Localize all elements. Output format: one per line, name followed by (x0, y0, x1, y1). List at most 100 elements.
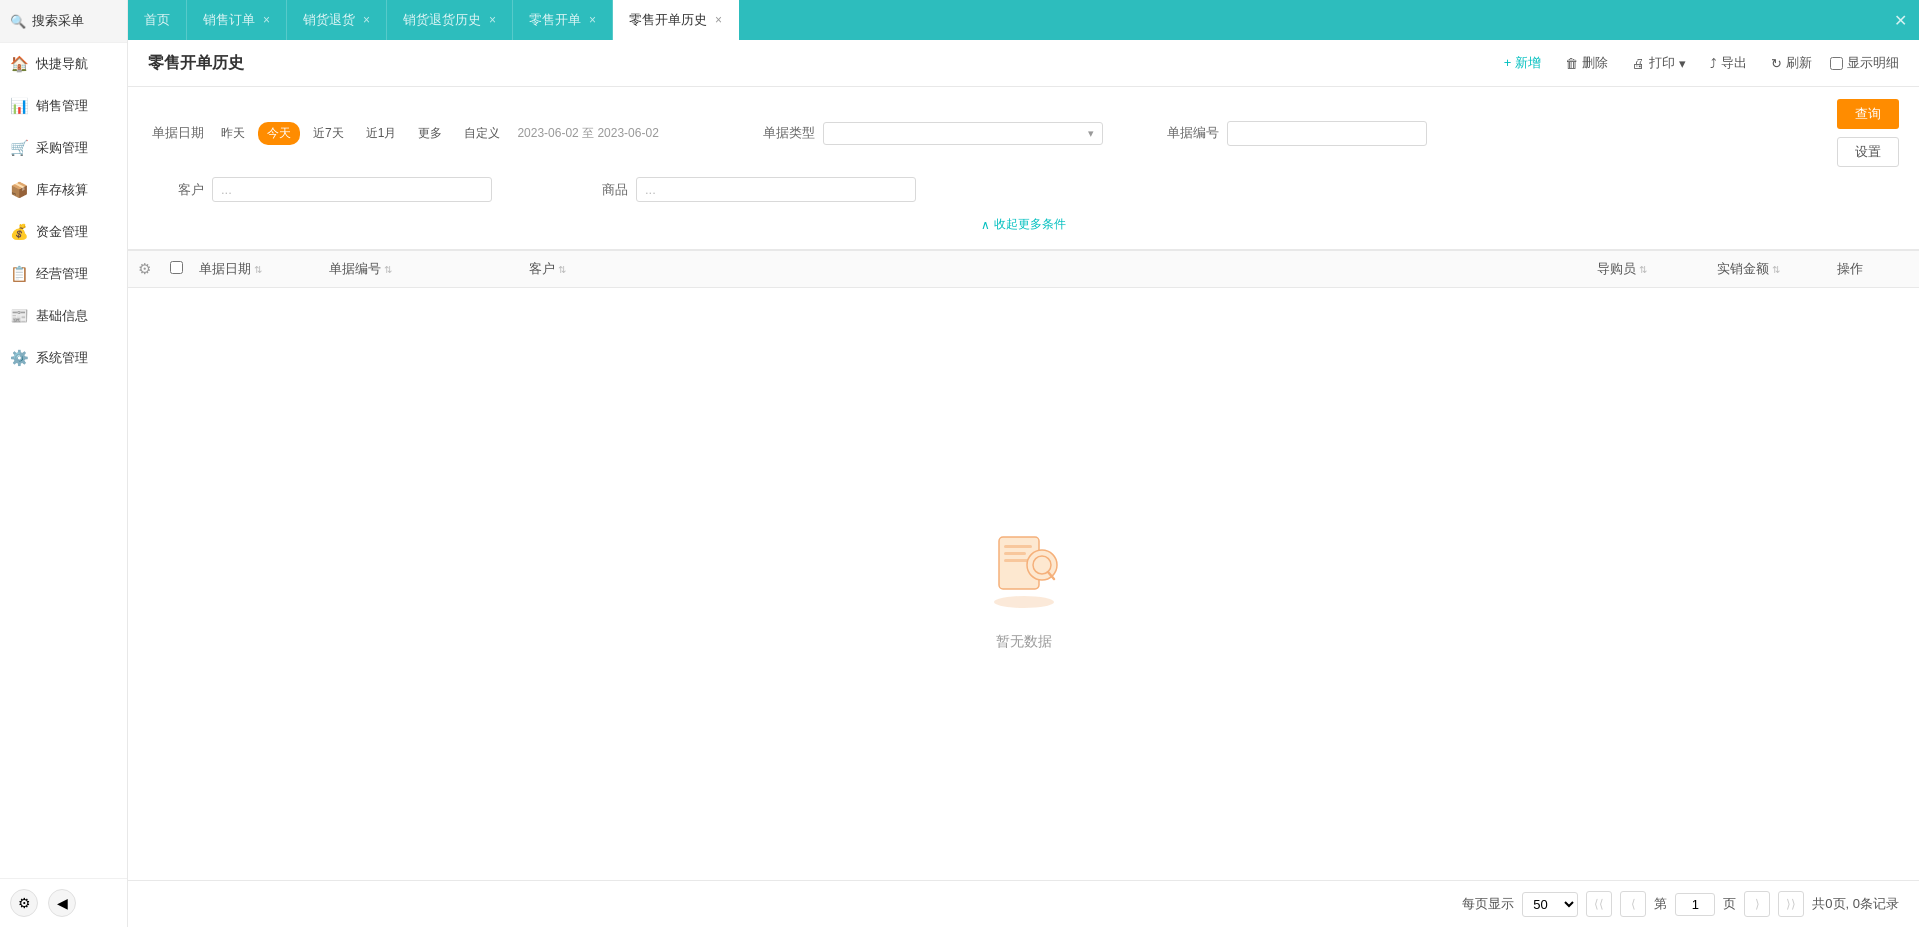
delete-icon: 🗑 (1565, 56, 1578, 71)
print-button[interactable]: 🖨 打印 ▾ (1626, 50, 1692, 76)
tab-retail-history[interactable]: 零售开单历史× (613, 0, 739, 40)
sidebar-item-quick-nav[interactable]: 🏠 快捷导航 (0, 43, 127, 85)
customer-filter: 客户 ... (148, 177, 492, 202)
collapse-more-btn[interactable]: ∧ 收起更多条件 (148, 212, 1899, 237)
tab-home[interactable]: 首页 (128, 0, 187, 40)
sidebar-item-finance[interactable]: 💰 资金管理 (0, 211, 127, 253)
date-shortcut-今天[interactable]: 今天 (258, 122, 300, 145)
query-button[interactable]: 查询 (1837, 99, 1899, 129)
date-shortcut-昨天[interactable]: 昨天 (212, 122, 254, 145)
tab-sales-return[interactable]: 销货退货× (287, 0, 387, 40)
page-label: 第 (1654, 895, 1667, 913)
refresh-button[interactable]: ↻ 刷新 (1765, 50, 1818, 76)
sidebar-item-label-finance: 资金管理 (36, 223, 88, 241)
new-button[interactable]: + 新增 (1498, 50, 1547, 76)
tab-label-home: 首页 (144, 11, 170, 29)
tab-close-retail-history[interactable]: × (715, 13, 722, 27)
th-date[interactable]: 单据日期 ⇅ (191, 260, 321, 278)
bill-number-filter: 单据编号 (1163, 121, 1427, 146)
tab-label-sales-order: 销售订单 (203, 11, 255, 29)
sidebar-item-label-operations: 经营管理 (36, 265, 88, 283)
sidebar-nav: 🏠 快捷导航📊 销售管理🛒 采购管理📦 库存核算💰 资金管理📋 经营管理📰 基础… (0, 43, 127, 878)
collapse-icon: ∧ (981, 218, 990, 232)
page-header: 零售开单历史 + 新增 🗑 删除 🖨 打印 ▾ ⤴ 导出 (128, 40, 1919, 87)
pagination: 每页显示 50 100 200 ⟨⟨ ⟨ 第 页 ⟩ ⟩⟩ 共0页, 0条记录 (128, 880, 1919, 927)
toolbar: + 新增 🗑 删除 🖨 打印 ▾ ⤴ 导出 ↻ 刷新 (1498, 50, 1899, 76)
sidebar-item-sales[interactable]: 📊 销售管理 (0, 85, 127, 127)
bill-type-select[interactable]: ▾ (823, 122, 1103, 145)
per-page-select[interactable]: 50 100 200 (1522, 892, 1578, 917)
tab-close-sales-return[interactable]: × (363, 13, 370, 27)
date-shortcut-近7天[interactable]: 近7天 (304, 122, 353, 145)
tab-sales-return-history[interactable]: 销货退货历史 × (387, 0, 513, 40)
tabs-bar-right: ✕ (1894, 11, 1919, 30)
search-icon: 🔍 (10, 14, 26, 29)
empty-text: 暂无数据 (996, 633, 1052, 651)
th-number[interactable]: 单据编号 ⇅ (321, 260, 521, 278)
purchase-icon: 🛒 (10, 139, 28, 157)
product-input[interactable]: ... (636, 177, 916, 202)
settings-footer-btn[interactable]: ⚙ (10, 889, 38, 917)
sort-amount-icon: ⇅ (1772, 264, 1780, 275)
date-shortcut-更多[interactable]: 更多 (409, 122, 451, 145)
th-amount[interactable]: 实销金额 ⇅ (1709, 260, 1829, 278)
bill-type-arrow-icon: ▾ (1088, 127, 1094, 140)
select-all-checkbox[interactable] (170, 261, 183, 274)
date-label: 单据日期 (148, 124, 204, 142)
tabs-bar: 首页销售订单×销货退货×销货退货历史×零售开单×零售开单历史× ✕ (128, 0, 1919, 40)
inventory-icon: 📦 (10, 181, 28, 199)
refresh-icon: ↻ (1771, 56, 1782, 71)
th-salesperson[interactable]: 导购员 ⇅ (1589, 260, 1709, 278)
tab-close-retail-open[interactable]: × (589, 13, 596, 27)
export-icon: ⤴ (1710, 56, 1717, 71)
date-shortcuts-group: 昨天今天近7天近1月更多自定义2023-06-02 至 2023-06-02 (212, 122, 659, 145)
delete-button[interactable]: 🗑 删除 (1559, 50, 1614, 76)
bill-type-label: 单据类型 (759, 124, 815, 142)
last-page-btn[interactable]: ⟩⟩ (1778, 891, 1804, 917)
sidebar-item-purchase[interactable]: 🛒 采购管理 (0, 127, 127, 169)
main-area: 首页销售订单×销货退货×销货退货历史×零售开单×零售开单历史× ✕ 零售开单历史… (128, 0, 1919, 927)
th-amount-label: 实销金额 (1717, 260, 1769, 278)
tab-close-sales-return-history[interactable]: × (489, 13, 496, 27)
close-window-btn[interactable]: ✕ (1894, 11, 1907, 30)
sidebar-search[interactable]: 🔍 搜索采单 (0, 0, 127, 43)
table-settings-icon[interactable]: ⚙ (138, 260, 151, 278)
date-shortcut-自定义[interactable]: 自定义 (455, 122, 509, 145)
show-detail-checkbox[interactable] (1830, 57, 1843, 70)
sort-number-icon: ⇅ (384, 264, 392, 275)
sidebar-item-basic[interactable]: 📰 基础信息 (0, 295, 127, 337)
page-number-input[interactable] (1675, 893, 1715, 916)
print-icon: 🖨 (1632, 56, 1645, 71)
bill-number-input[interactable] (1227, 121, 1427, 146)
first-page-btn[interactable]: ⟨⟨ (1586, 891, 1612, 917)
sidebar-item-label-sales: 销售管理 (36, 97, 88, 115)
product-label: 商品 (572, 181, 628, 199)
sort-date-icon: ⇅ (254, 264, 262, 275)
sort-customer-icon: ⇅ (558, 264, 566, 275)
empty-area: 暂无数据 (128, 288, 1919, 880)
next-page-btn[interactable]: ⟩ (1744, 891, 1770, 917)
filter-settings-button[interactable]: 设置 (1837, 137, 1899, 167)
sidebar-item-operations[interactable]: 📋 经营管理 (0, 253, 127, 295)
date-shortcut-近1月[interactable]: 近1月 (357, 122, 406, 145)
sidebar-item-system[interactable]: ⚙️ 系统管理 (0, 337, 127, 379)
tab-label-sales-return-history: 销货退货历史 (403, 11, 481, 29)
page-suffix: 页 (1723, 895, 1736, 913)
customer-input[interactable]: ... (212, 177, 492, 202)
tab-sales-order[interactable]: 销售订单 × (187, 0, 287, 40)
tab-retail-open[interactable]: 零售开单× (513, 0, 613, 40)
per-page-label: 每页显示 (1462, 895, 1514, 913)
th-action: 操作 (1829, 260, 1909, 278)
export-button[interactable]: ⤴ 导出 (1704, 50, 1753, 76)
tab-close-sales-order[interactable]: × (263, 13, 270, 27)
sidebar-footer: ⚙ ◀ (0, 878, 127, 927)
prev-page-btn[interactable]: ⟨ (1620, 891, 1646, 917)
collapse-footer-btn[interactable]: ◀ (48, 889, 76, 917)
show-detail-label[interactable]: 显示明细 (1830, 54, 1899, 72)
sidebar-item-label-purchase: 采购管理 (36, 139, 88, 157)
sidebar-item-inventory[interactable]: 📦 库存核算 (0, 169, 127, 211)
svg-rect-4 (1004, 559, 1029, 562)
th-customer[interactable]: 客户 ⇅ (521, 260, 1589, 278)
sales-icon: 📊 (10, 97, 28, 115)
print-dropdown-icon: ▾ (1679, 56, 1686, 71)
